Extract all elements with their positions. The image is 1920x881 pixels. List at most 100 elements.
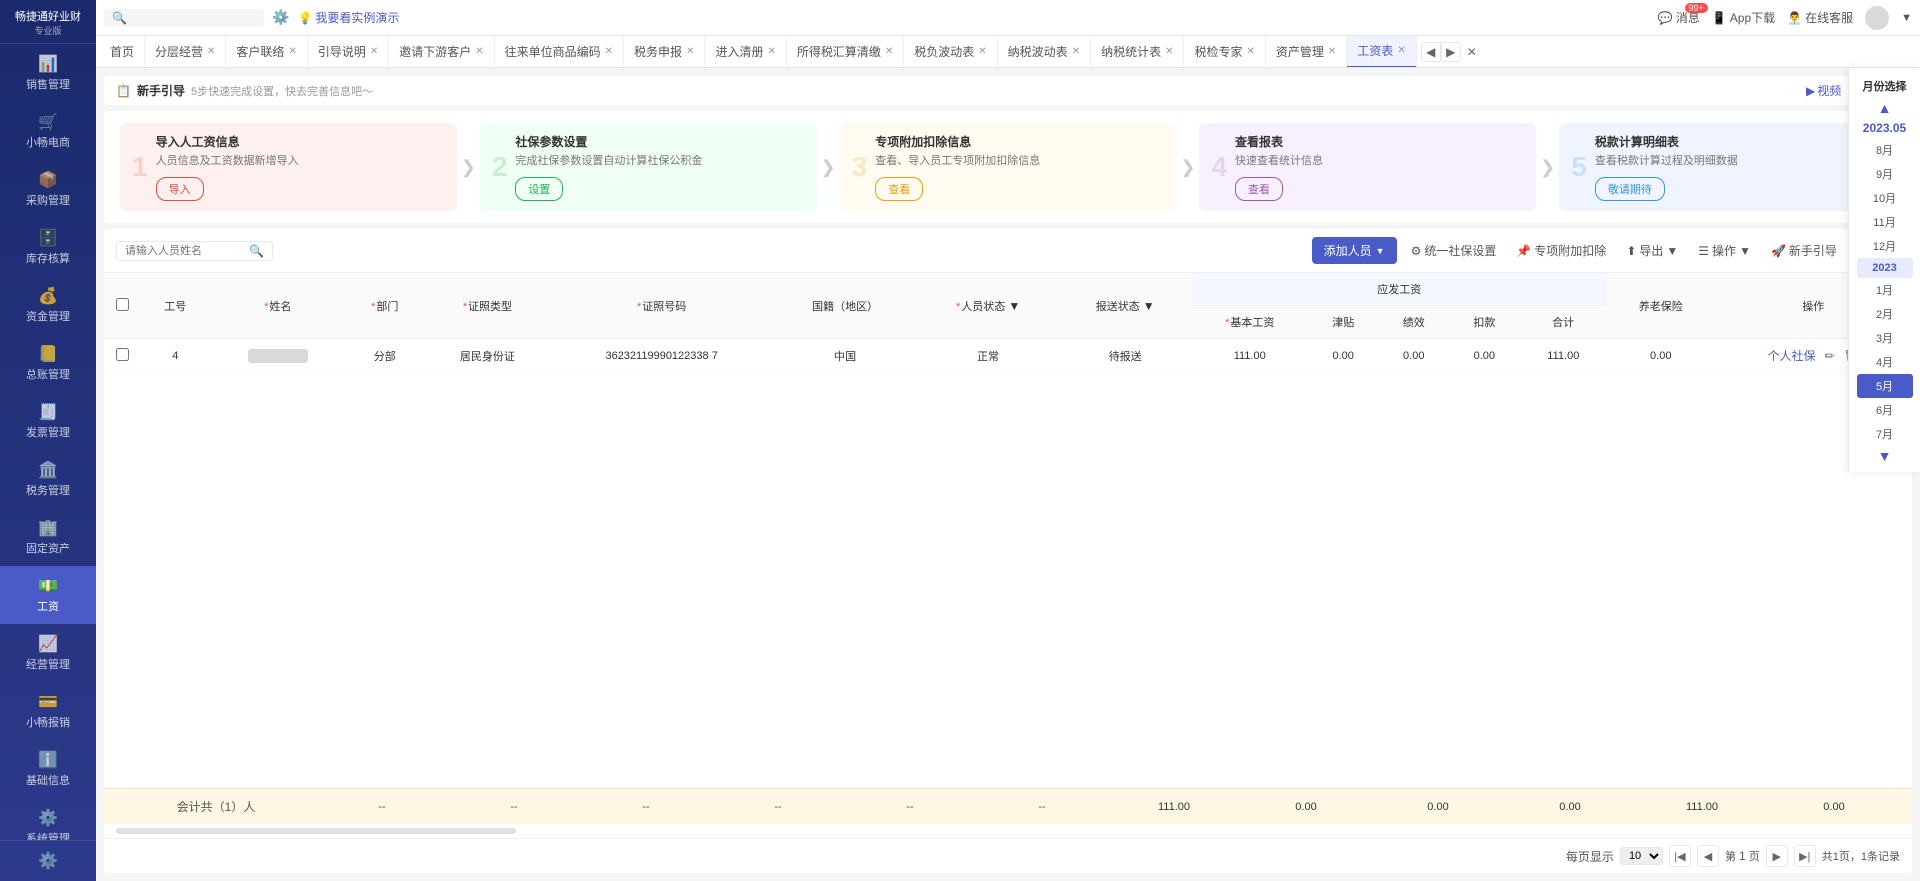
tab-close-icon[interactable]: ✕ (475, 46, 483, 57)
user-avatar[interactable] (1865, 6, 1889, 30)
month-item-12月[interactable]: 12月 (1857, 234, 1913, 258)
tab-label: 首页 (110, 43, 134, 60)
employee-search-input[interactable] (125, 245, 245, 257)
tab-纳税统计表[interactable]: 纳税统计表✕ (1091, 36, 1184, 68)
month-item-10月[interactable]: 10月 (1857, 186, 1913, 210)
sidebar-item-系统管理[interactable]: ⚙️ 系统管理 (0, 798, 96, 840)
user-dropdown[interactable]: ▼ (1901, 12, 1912, 24)
month-item-7月[interactable]: 7月 (1857, 422, 1913, 446)
select-all-checkbox[interactable] (116, 298, 129, 311)
month-item-9月[interactable]: 9月 (1857, 162, 1913, 186)
step-btn-1[interactable]: 导入 (156, 177, 204, 201)
sidebar-item-固定资产[interactable]: 🏢 固定资产 (0, 508, 96, 566)
beginner-guide-button[interactable]: 🚀 新手引导 (1765, 239, 1843, 262)
tab-税检专家[interactable]: 税检专家✕ (1184, 36, 1265, 68)
sidebar-item-库存核算[interactable]: 🗄️ 库存核算 (0, 218, 96, 276)
sidebar-item-经营管理[interactable]: 📈 经营管理 (0, 624, 96, 682)
sidebar-item-小畅报销[interactable]: 💳 小畅报销 (0, 682, 96, 740)
month-item-11月[interactable]: 11月 (1857, 210, 1913, 234)
month-item-8月[interactable]: 8月 (1857, 138, 1913, 162)
operation-button[interactable]: ☰ 操作 ▼ (1692, 239, 1757, 262)
tab-客户联络[interactable]: 客户联络✕ (226, 36, 307, 68)
month-item-3月[interactable]: 3月 (1857, 326, 1913, 350)
sidebar-item-总账管理[interactable]: 📒 总账管理 (0, 334, 96, 392)
demo-link[interactable]: 💡 我要看实例演示 (297, 9, 399, 26)
tab-close-icon[interactable]: ✕ (686, 46, 694, 57)
tab-工资表[interactable]: 工资表✕ (1347, 36, 1416, 68)
special-deduction-button[interactable]: 📌 专项附加扣除 (1510, 239, 1612, 262)
month-picker-up[interactable]: ▲ (1876, 98, 1894, 118)
hscroll-thumb[interactable] (116, 828, 516, 834)
sidebar-item-发票管理[interactable]: 🧾 发票管理 (0, 392, 96, 450)
step-btn-4[interactable]: 查看 (1235, 177, 1283, 201)
export-button[interactable]: ⬆ 导出 ▼ (1620, 239, 1684, 262)
app-download-button[interactable]: 📱 App下载 (1712, 9, 1775, 26)
settings-icon[interactable]: ⚙️ (10, 851, 86, 871)
tab-close-icon[interactable]: ✕ (288, 46, 296, 57)
horizontal-scrollbar[interactable] (104, 824, 1912, 838)
last-page-button[interactable]: ▶| (1794, 845, 1816, 867)
next-page-button[interactable]: ▶ (1766, 845, 1788, 867)
tab-邀请下游客户[interactable]: 邀请下游客户✕ (389, 36, 494, 68)
tab-税负波动表[interactable]: 税负波动表✕ (904, 36, 997, 68)
sidebar-item-小畅电商[interactable]: 🛒 小畅电商 (0, 102, 96, 160)
sidebar-item-资金管理[interactable]: 💰 资金管理 (0, 276, 96, 334)
tab-close-icon[interactable]: ✕ (885, 46, 893, 57)
sidebar-item-销售管理[interactable]: 📊 销售管理 (0, 44, 96, 102)
settings-gear-icon[interactable]: ⚙️ (272, 9, 289, 26)
month-picker-down[interactable]: ▼ (1876, 446, 1894, 466)
send-filter-icon[interactable]: ▼ (1143, 299, 1155, 313)
prev-page-button[interactable]: ◀ (1697, 845, 1719, 867)
month-item-4月[interactable]: 4月 (1857, 350, 1913, 374)
employee-search-wrap[interactable]: 🔍 (116, 241, 273, 261)
tab-进入清册[interactable]: 进入清册✕ (705, 36, 786, 68)
topbar-search[interactable]: 🔍 (104, 9, 264, 27)
tab-往来单位商品编码[interactable]: 往来单位商品编码✕ (495, 36, 624, 68)
tab-close-icon[interactable]: ✕ (1072, 46, 1080, 57)
month-picker-year[interactable]: 2023.05 (1863, 118, 1906, 138)
tab-close-icon[interactable]: ✕ (370, 46, 378, 57)
social-insurance-button[interactable]: ⚙ 统一社保设置 (1405, 239, 1503, 262)
month-item-5月[interactable]: 5月 (1857, 374, 1913, 398)
first-page-button[interactable]: |◀ (1669, 845, 1691, 867)
tab-首页[interactable]: 首页 (100, 36, 145, 68)
tabbar-next-arrow[interactable]: ▶ (1441, 42, 1461, 62)
step-btn-2[interactable]: 设置 (515, 177, 563, 201)
tab-close-icon[interactable]: ✕ (1165, 46, 1173, 57)
month-item-2023[interactable]: 2023 (1857, 258, 1913, 278)
status-filter-icon[interactable]: ▼ (1008, 299, 1020, 313)
edit-icon[interactable]: ✏ (1825, 349, 1835, 363)
message-button[interactable]: 💬 消息 99+ (1658, 9, 1700, 26)
tab-close-icon[interactable]: ✕ (605, 46, 613, 57)
tab-close-icon[interactable]: ✕ (207, 46, 215, 57)
tab-所得税汇算清缴[interactable]: 所得税汇算清缴✕ (787, 36, 904, 68)
sidebar-item-采购管理[interactable]: 📦 采购管理 (0, 160, 96, 218)
tab-close-icon[interactable]: ✕ (978, 46, 986, 57)
sidebar-item-基础信息[interactable]: ℹ️ 基础信息 (0, 740, 96, 798)
tab-分层经营[interactable]: 分层经营✕ (145, 36, 226, 68)
month-item-2月[interactable]: 2月 (1857, 302, 1913, 326)
tab-资产管理[interactable]: 资产管理✕ (1266, 36, 1347, 68)
month-item-6月[interactable]: 6月 (1857, 398, 1913, 422)
tab-纳税波动表[interactable]: 纳税波动表✕ (998, 36, 1091, 68)
personal-insurance-link[interactable]: 个人社保 (1768, 349, 1816, 363)
sidebar-item-工资[interactable]: 💵 工资 (0, 566, 96, 624)
tab-close-icon[interactable]: ✕ (1397, 45, 1405, 56)
row-checkbox[interactable] (116, 348, 129, 361)
tab-close-icon[interactable]: ✕ (1328, 46, 1336, 57)
topbar-search-input[interactable] (131, 12, 241, 24)
step-btn-3[interactable]: 查看 (875, 177, 923, 201)
close-all-tabs[interactable]: ✕ (1461, 45, 1483, 59)
tab-引导说明[interactable]: 引导说明✕ (308, 36, 389, 68)
add-person-button[interactable]: 添加人员 ▼ (1312, 237, 1397, 264)
tab-close-icon[interactable]: ✕ (1247, 46, 1255, 57)
tab-税务申报[interactable]: 税务申报✕ (624, 36, 705, 68)
month-item-1月[interactable]: 1月 (1857, 278, 1913, 302)
sidebar-item-税务管理[interactable]: 🏛️ 税务管理 (0, 450, 96, 508)
page-size-select[interactable]: 10 20 50 (1620, 847, 1663, 865)
guide-video-link[interactable]: ▶ 视频 (1806, 82, 1841, 99)
step-btn-5[interactable]: 敬请期待 (1595, 177, 1665, 201)
tabbar-prev-arrow[interactable]: ◀ (1421, 42, 1441, 62)
tab-close-icon[interactable]: ✕ (767, 46, 775, 57)
online-service-button[interactable]: 👨‍💼 在线客服 (1787, 9, 1853, 26)
